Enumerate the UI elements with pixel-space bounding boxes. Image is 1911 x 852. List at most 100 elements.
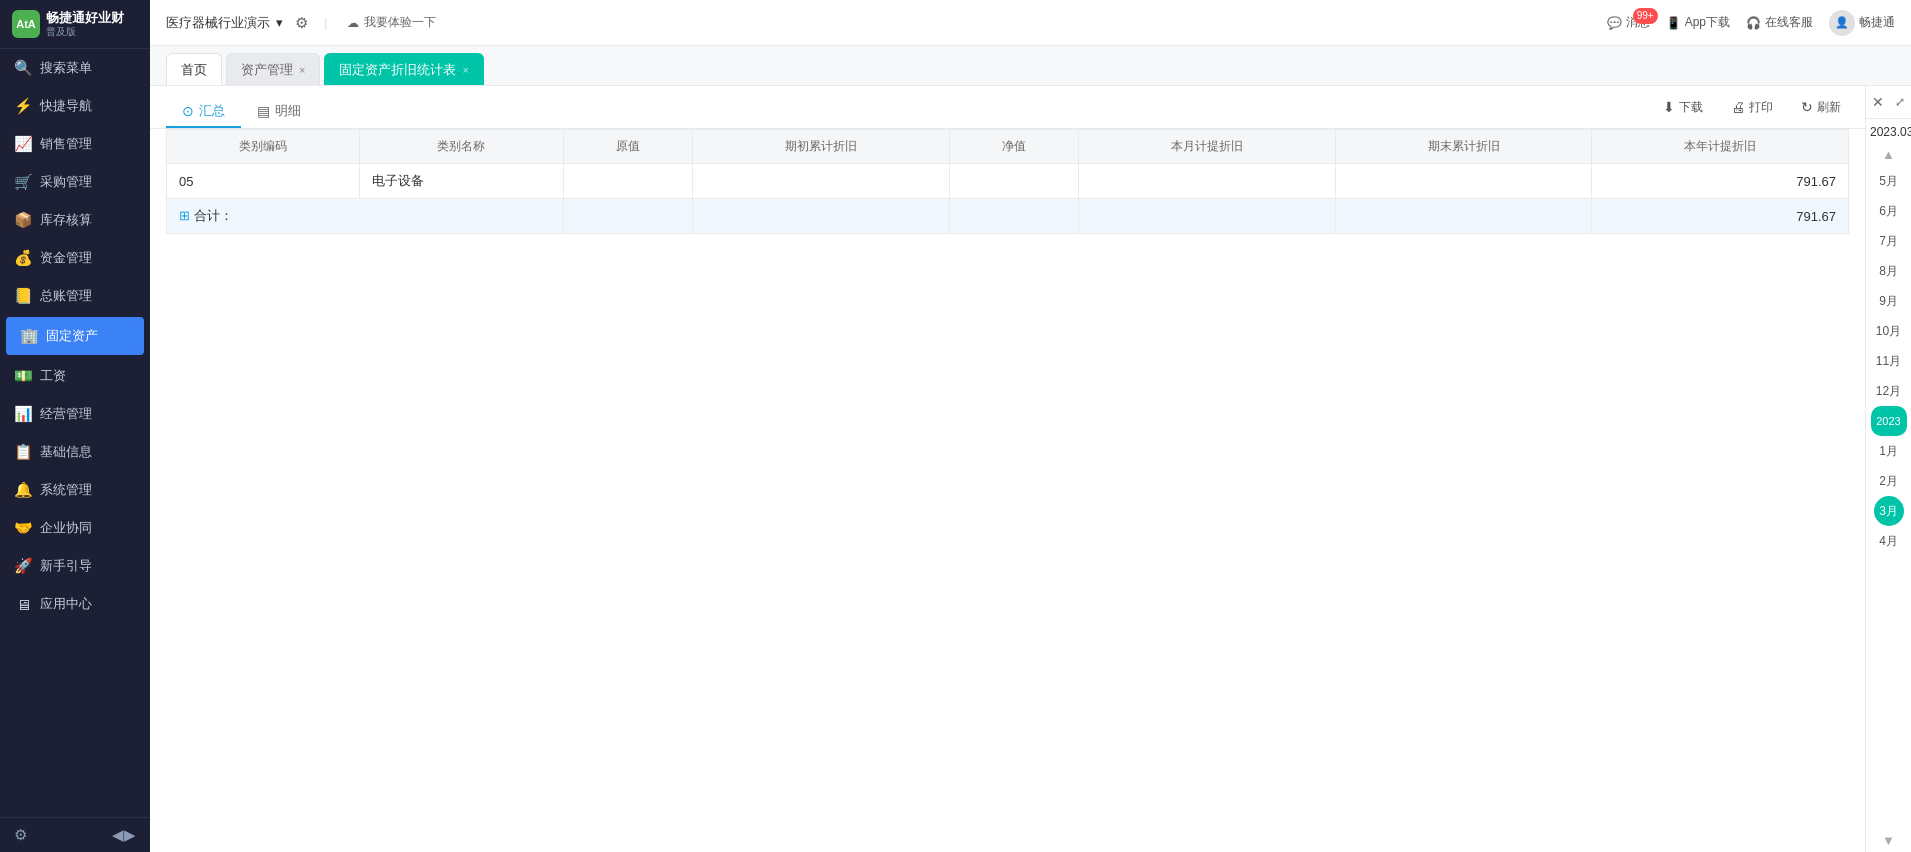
sidebar-item-payroll[interactable]: 💵 工资 <box>0 357 150 395</box>
summary-icon: ⊙ <box>182 103 194 119</box>
sidebar-item-fixed_assets[interactable]: 🏢 固定资产 <box>6 317 144 355</box>
date-month[interactable]: 5月 <box>1874 166 1904 196</box>
date-month[interactable]: 11月 <box>1874 346 1904 376</box>
download-label: 下载 <box>1679 99 1703 116</box>
right-panel-header: ✕ ⤢ <box>1866 86 1911 119</box>
cloud-icon: ☁ <box>347 16 359 30</box>
messages-badge: 99+ <box>1633 8 1658 24</box>
search-icon: 🔍 <box>14 59 32 77</box>
date-month-2023-4月[interactable]: 4月 <box>1874 526 1904 556</box>
refresh-button[interactable]: ↻ 刷新 <box>1793 95 1849 120</box>
total-end-acc <box>1335 199 1592 234</box>
app-logo-text: 畅捷通好业财 普及版 <box>46 10 124 38</box>
sidebar: AtA 畅捷通好业财 普及版 🔍 搜索菜单⚡ 快捷导航📈 销售管理🛒 采购管理📦… <box>0 0 150 852</box>
right-panel-expand-icon[interactable]: ⤢ <box>1893 93 1907 111</box>
year-badge-2023[interactable]: 2023 <box>1871 406 1907 436</box>
print-label: 打印 <box>1749 99 1773 116</box>
sidebar-item-inventory[interactable]: 📦 库存核算 <box>0 201 150 239</box>
cell-end-acc <box>1335 164 1592 199</box>
topbar-settings-icon[interactable]: ⚙ <box>295 14 308 32</box>
table-wrap: 类别编码 类别名称 原值 期初累计折旧 净值 本月计提折旧 期末累计折旧 本年计… <box>150 129 1865 852</box>
refresh-icon: ↻ <box>1801 99 1813 115</box>
app-edition: 普及版 <box>46 26 124 38</box>
date-month[interactable]: 12月 <box>1874 376 1904 406</box>
system-icon: 🔔 <box>14 481 32 499</box>
payroll-icon: 💵 <box>14 367 32 385</box>
col-yearly: 本年计提折旧 <box>1592 130 1849 164</box>
date-month-2023-1月[interactable]: 1月 <box>1874 436 1904 466</box>
sidebar-label-ledger: 总账管理 <box>40 287 92 305</box>
total-original <box>563 199 693 234</box>
sidebar-item-search[interactable]: 🔍 搜索菜单 <box>0 49 150 87</box>
settings-icon[interactable]: ⚙ <box>14 826 27 844</box>
sidebar-label-app_center: 应用中心 <box>40 595 92 613</box>
date-month[interactable]: 9月 <box>1874 286 1904 316</box>
guide-icon: 🚀 <box>14 557 32 575</box>
user-profile[interactable]: 👤 畅捷通 <box>1829 10 1895 36</box>
download-button[interactable]: ⬇ 下载 <box>1655 95 1711 120</box>
total-icon: ⊞ <box>179 208 190 223</box>
sidebar-item-ops[interactable]: 📊 经营管理 <box>0 395 150 433</box>
right-panel-close-icon[interactable]: ✕ <box>1870 92 1886 112</box>
collapse-icon[interactable]: ◀▶ <box>112 826 136 844</box>
sidebar-item-purchase[interactable]: 🛒 采购管理 <box>0 163 150 201</box>
date-list: 5月6月7月8月9月10月11月12月20231月2月3月4月 <box>1866 166 1911 829</box>
content-area: ⊙ 汇总 ▤ 明细 ⬇ 下载 🖨 打印 <box>150 86 1911 852</box>
experience-label: 我要体验一下 <box>364 14 436 31</box>
sidebar-item-quick_nav[interactable]: ⚡ 快捷导航 <box>0 87 150 125</box>
cell-yearly: 791.67 <box>1592 164 1849 199</box>
page-area: ⊙ 汇总 ▤ 明细 ⬇ 下载 🖨 打印 <box>150 86 1865 852</box>
tab-home[interactable]: 首页 <box>166 53 222 85</box>
sidebar-logo: AtA 畅捷通好业财 普及版 <box>0 0 150 49</box>
fixed_assets-icon: 🏢 <box>20 327 38 345</box>
sidebar-label-finance: 资金管理 <box>40 249 92 267</box>
cell-initial-acc <box>693 164 950 199</box>
scroll-up-arrow[interactable]: ▲ <box>1866 143 1911 166</box>
date-month[interactable]: 6月 <box>1874 196 1904 226</box>
app-download-button[interactable]: 📱 App下载 <box>1666 14 1730 31</box>
user-name: 畅捷通 <box>1859 14 1895 31</box>
sidebar-label-sales: 销售管理 <box>40 135 92 153</box>
sidebar-item-sales[interactable]: 📈 销售管理 <box>0 125 150 163</box>
date-month[interactable]: 7月 <box>1874 226 1904 256</box>
date-month[interactable]: 8月 <box>1874 256 1904 286</box>
sidebar-item-base_info[interactable]: 📋 基础信息 <box>0 433 150 471</box>
date-month-2023-3月[interactable]: 3月 <box>1874 496 1904 526</box>
print-icon: 🖨 <box>1731 99 1745 115</box>
right-panel-title: 2023.03 <box>1866 119 1911 143</box>
company-selector[interactable]: 医疗器械行业演示 ▾ <box>166 14 283 32</box>
online-service-button[interactable]: 🎧 在线客服 <box>1746 14 1813 31</box>
date-month-2023-2月[interactable]: 2月 <box>1874 466 1904 496</box>
headset-icon: 🎧 <box>1746 16 1761 30</box>
app_center-icon: 🖥 <box>14 596 32 613</box>
total-net <box>949 199 1079 234</box>
ops-icon: 📊 <box>14 405 32 423</box>
tab-asset-mgmt[interactable]: 资产管理 × <box>226 53 320 85</box>
sub-tabs: ⊙ 汇总 ▤ 明细 <box>150 86 1639 128</box>
sidebar-label-system: 系统管理 <box>40 481 92 499</box>
sidebar-item-guide[interactable]: 🚀 新手引导 <box>0 547 150 585</box>
tab-depreciation-close[interactable]: × <box>462 64 468 76</box>
experience-button[interactable]: ☁ 我要体验一下 <box>347 14 436 31</box>
table-total-row: ⊞合计： 791.67 <box>167 199 1849 234</box>
tab-home-label: 首页 <box>181 61 207 79</box>
refresh-label: 刷新 <box>1817 99 1841 116</box>
tab-asset-mgmt-close[interactable]: × <box>299 64 305 76</box>
sub-tab-summary[interactable]: ⊙ 汇总 <box>166 96 241 128</box>
sidebar-item-ledger[interactable]: 📒 总账管理 <box>0 277 150 315</box>
sidebar-item-finance[interactable]: 💰 资金管理 <box>0 239 150 277</box>
date-month[interactable]: 10月 <box>1874 316 1904 346</box>
download-icon: ⬇ <box>1663 99 1675 115</box>
sales-icon: 📈 <box>14 135 32 153</box>
tab-depreciation[interactable]: 固定资产折旧统计表 × <box>324 53 483 85</box>
quick_nav-icon: ⚡ <box>14 97 32 115</box>
scroll-down-arrow[interactable]: ▼ <box>1866 829 1911 852</box>
print-button[interactable]: 🖨 打印 <box>1723 95 1781 120</box>
sub-tab-detail[interactable]: ▤ 明细 <box>241 96 317 128</box>
messages-button[interactable]: 💬 消息 99+ <box>1607 14 1650 31</box>
sidebar-item-app_center[interactable]: 🖥 应用中心 <box>0 585 150 623</box>
sidebar-item-system[interactable]: 🔔 系统管理 <box>0 471 150 509</box>
sidebar-bottom: ⚙ ◀▶ <box>0 817 150 852</box>
sidebar-item-collab[interactable]: 🤝 企业协同 <box>0 509 150 547</box>
col-monthly: 本月计提折旧 <box>1079 130 1336 164</box>
